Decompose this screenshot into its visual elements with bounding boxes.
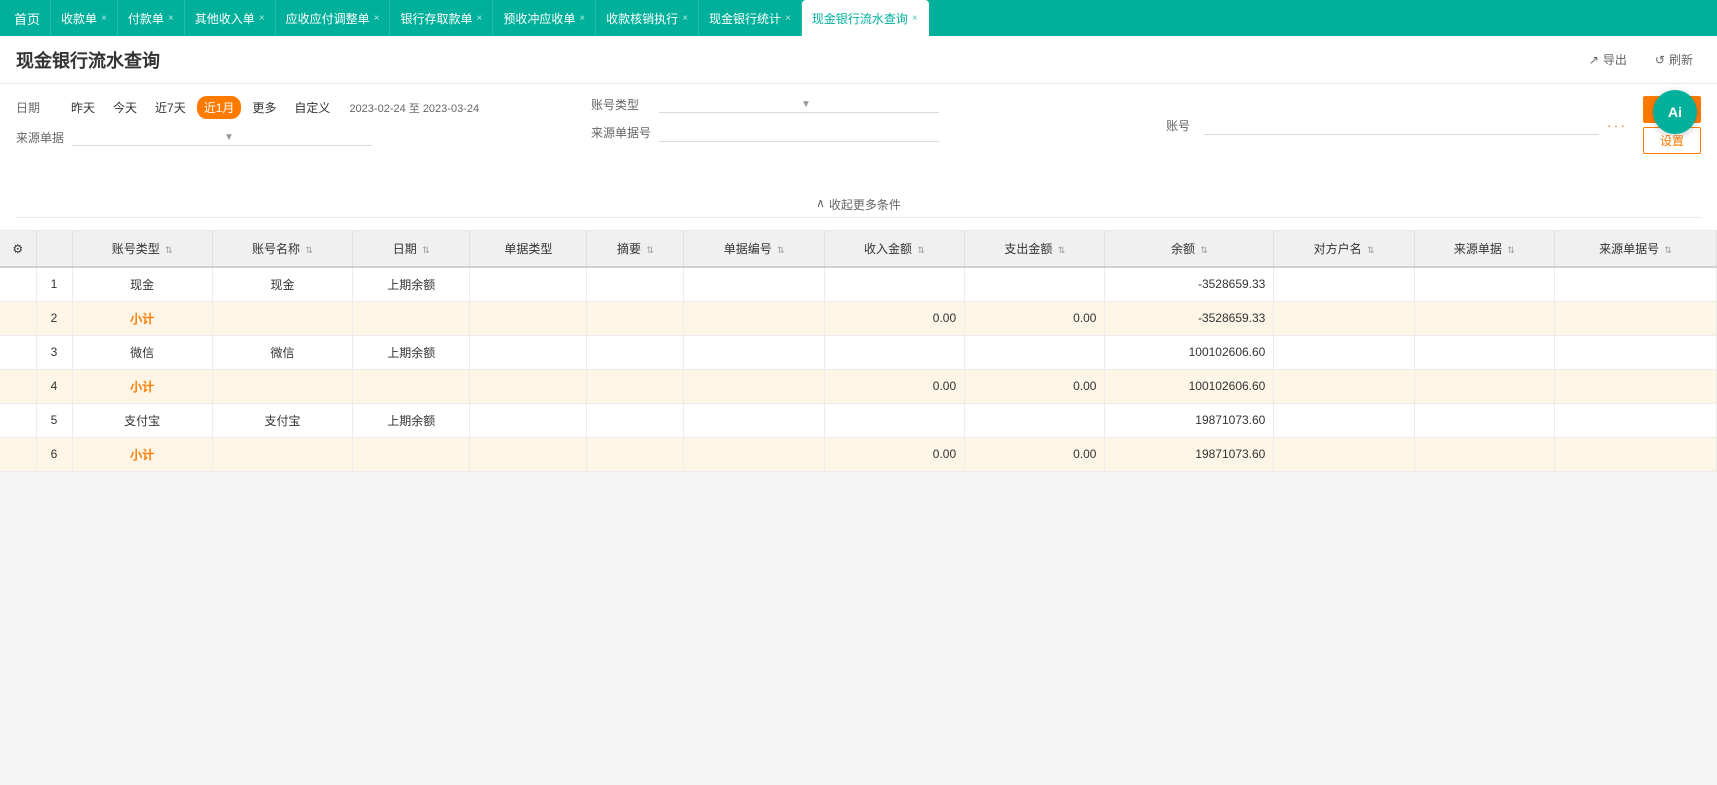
page-header: 现金银行流水查询 ↗ 导出 ↺ 刷新 bbox=[0, 36, 1717, 84]
date-1month[interactable]: 近1月 bbox=[197, 96, 242, 119]
table-row: 1现金现金上期余额-3528659.33 bbox=[0, 267, 1717, 301]
chevron-down-icon: ▼ bbox=[801, 99, 935, 110]
collapse-label: 收起更多条件 bbox=[829, 196, 901, 213]
close-icon[interactable]: × bbox=[101, 13, 107, 24]
data-table: ⚙ 账号类型 ⇅ 账号名称 ⇅ 日期 ⇅ 单据类型 摘要 ⇅ 单据编号 ⇅ 收入… bbox=[0, 231, 1717, 472]
date-7days[interactable]: 近7天 bbox=[148, 96, 193, 119]
nav-tab-bank-stats[interactable]: 现金银行统计 × bbox=[699, 0, 802, 36]
chevron-down-icon: ▼ bbox=[224, 132, 368, 143]
close-icon[interactable]: × bbox=[374, 13, 380, 24]
table-row: 6小计0.000.0019871073.60 bbox=[0, 437, 1717, 471]
account-type-label: 账号类型 bbox=[591, 96, 651, 113]
nav-tab-receipt[interactable]: 收款单 × bbox=[51, 0, 118, 36]
close-icon[interactable]: × bbox=[912, 13, 918, 24]
source-doc-select[interactable]: ▼ bbox=[72, 130, 372, 146]
column-gear[interactable]: ⚙ bbox=[0, 231, 36, 267]
account-input[interactable] bbox=[1208, 118, 1595, 132]
close-icon[interactable]: × bbox=[476, 13, 482, 24]
column-index bbox=[36, 231, 72, 267]
collapse-bar[interactable]: ∧ 收起更多条件 bbox=[16, 192, 1701, 218]
table-row: 3微信微信上期余额100102606.60 bbox=[0, 335, 1717, 369]
close-icon[interactable]: × bbox=[682, 13, 688, 24]
account-input-wrap bbox=[1204, 116, 1599, 135]
table-row: 4小计0.000.00100102606.60 bbox=[0, 369, 1717, 403]
column-balance[interactable]: 余额 ⇅ bbox=[1105, 231, 1274, 267]
more-options-button[interactable]: ··· bbox=[1607, 117, 1627, 133]
nav-home[interactable]: 首页 bbox=[4, 0, 51, 36]
source-doc-no-input[interactable] bbox=[663, 125, 935, 139]
top-navigation: 首页 收款单 × 付款单 × 其他收入单 × 应收应付调整单 × 银行存取款单 … bbox=[0, 0, 1717, 36]
refresh-icon: ↺ bbox=[1655, 53, 1665, 67]
column-doc-type: 单据类型 bbox=[470, 231, 587, 267]
column-source-doc-no[interactable]: 来源单据号 ⇅ bbox=[1555, 231, 1717, 267]
column-expense[interactable]: 支出金额 ⇅ bbox=[965, 231, 1105, 267]
nav-tab-adjustment[interactable]: 应收应付调整单 × bbox=[276, 0, 391, 36]
close-icon[interactable]: × bbox=[168, 13, 174, 24]
column-counterpart[interactable]: 对方户名 ⇅ bbox=[1274, 231, 1414, 267]
close-icon[interactable]: × bbox=[579, 13, 585, 24]
column-account-type[interactable]: 账号类型 ⇅ bbox=[72, 231, 212, 267]
refresh-button[interactable]: ↺ 刷新 bbox=[1647, 47, 1701, 72]
data-table-container: ⚙ 账号类型 ⇅ 账号名称 ⇅ 日期 ⇅ 单据类型 摘要 ⇅ 单据编号 ⇅ 收入… bbox=[0, 231, 1717, 472]
table-row: 5支付宝支付宝上期余额19871073.60 bbox=[0, 403, 1717, 437]
chevron-up-icon: ∧ bbox=[816, 196, 825, 213]
column-source-doc[interactable]: 来源单据 ⇅ bbox=[1414, 231, 1554, 267]
ai-assistant-button[interactable]: Ai bbox=[1653, 90, 1697, 134]
close-icon[interactable]: × bbox=[785, 13, 791, 24]
date-options: 昨天 今天 近7天 近1月 更多 自定义 bbox=[64, 96, 337, 119]
date-custom[interactable]: 自定义 bbox=[287, 96, 337, 119]
date-more[interactable]: 更多 bbox=[245, 96, 283, 119]
table-header-row: ⚙ 账号类型 ⇅ 账号名称 ⇅ 日期 ⇅ 单据类型 摘要 ⇅ 单据编号 ⇅ 收入… bbox=[0, 231, 1717, 267]
source-doc-label: 来源单据 bbox=[16, 129, 64, 146]
export-button[interactable]: ↗ 导出 bbox=[1581, 47, 1635, 72]
source-doc-no-input-wrap bbox=[659, 123, 939, 142]
nav-tab-bank-deposit[interactable]: 银行存取款单 × bbox=[390, 0, 493, 36]
column-account-name[interactable]: 账号名称 ⇅ bbox=[212, 231, 352, 267]
page-title: 现金银行流水查询 bbox=[16, 47, 160, 73]
nav-tab-payment[interactable]: 付款单 × bbox=[118, 0, 185, 36]
filter-area: 日期 昨天 今天 近7天 近1月 更多 自定义 2023-02-24 至 202… bbox=[0, 84, 1717, 231]
date-range-display: 2023-02-24 至 2023-03-24 bbox=[349, 100, 479, 116]
account-type-select[interactable]: ▼ bbox=[659, 97, 939, 113]
close-icon[interactable]: × bbox=[259, 13, 265, 24]
table-row: 2小计0.000.00-3528659.33 bbox=[0, 301, 1717, 335]
date-label: 日期 bbox=[16, 99, 56, 116]
nav-tab-other-income[interactable]: 其他收入单 × bbox=[185, 0, 276, 36]
export-icon: ↗ bbox=[1589, 53, 1599, 67]
date-yesterday[interactable]: 昨天 bbox=[64, 96, 102, 119]
column-doc-no[interactable]: 单据编号 ⇅ bbox=[684, 231, 824, 267]
nav-tab-prepayment[interactable]: 预收冲应收单 × bbox=[493, 0, 596, 36]
nav-tab-write-off[interactable]: 收款核销执行 × bbox=[596, 0, 699, 36]
header-actions: ↗ 导出 ↺ 刷新 bbox=[1581, 47, 1701, 72]
column-summary[interactable]: 摘要 ⇅ bbox=[587, 231, 684, 267]
column-date[interactable]: 日期 ⇅ bbox=[353, 231, 470, 267]
column-income[interactable]: 收入金额 ⇅ bbox=[824, 231, 964, 267]
nav-tab-bank-flow[interactable]: 现金银行流水查询 × bbox=[802, 0, 929, 36]
account-label: 账号 bbox=[1166, 117, 1196, 134]
date-today[interactable]: 今天 bbox=[106, 96, 144, 119]
source-doc-no-label: 来源单据号 bbox=[591, 124, 651, 141]
